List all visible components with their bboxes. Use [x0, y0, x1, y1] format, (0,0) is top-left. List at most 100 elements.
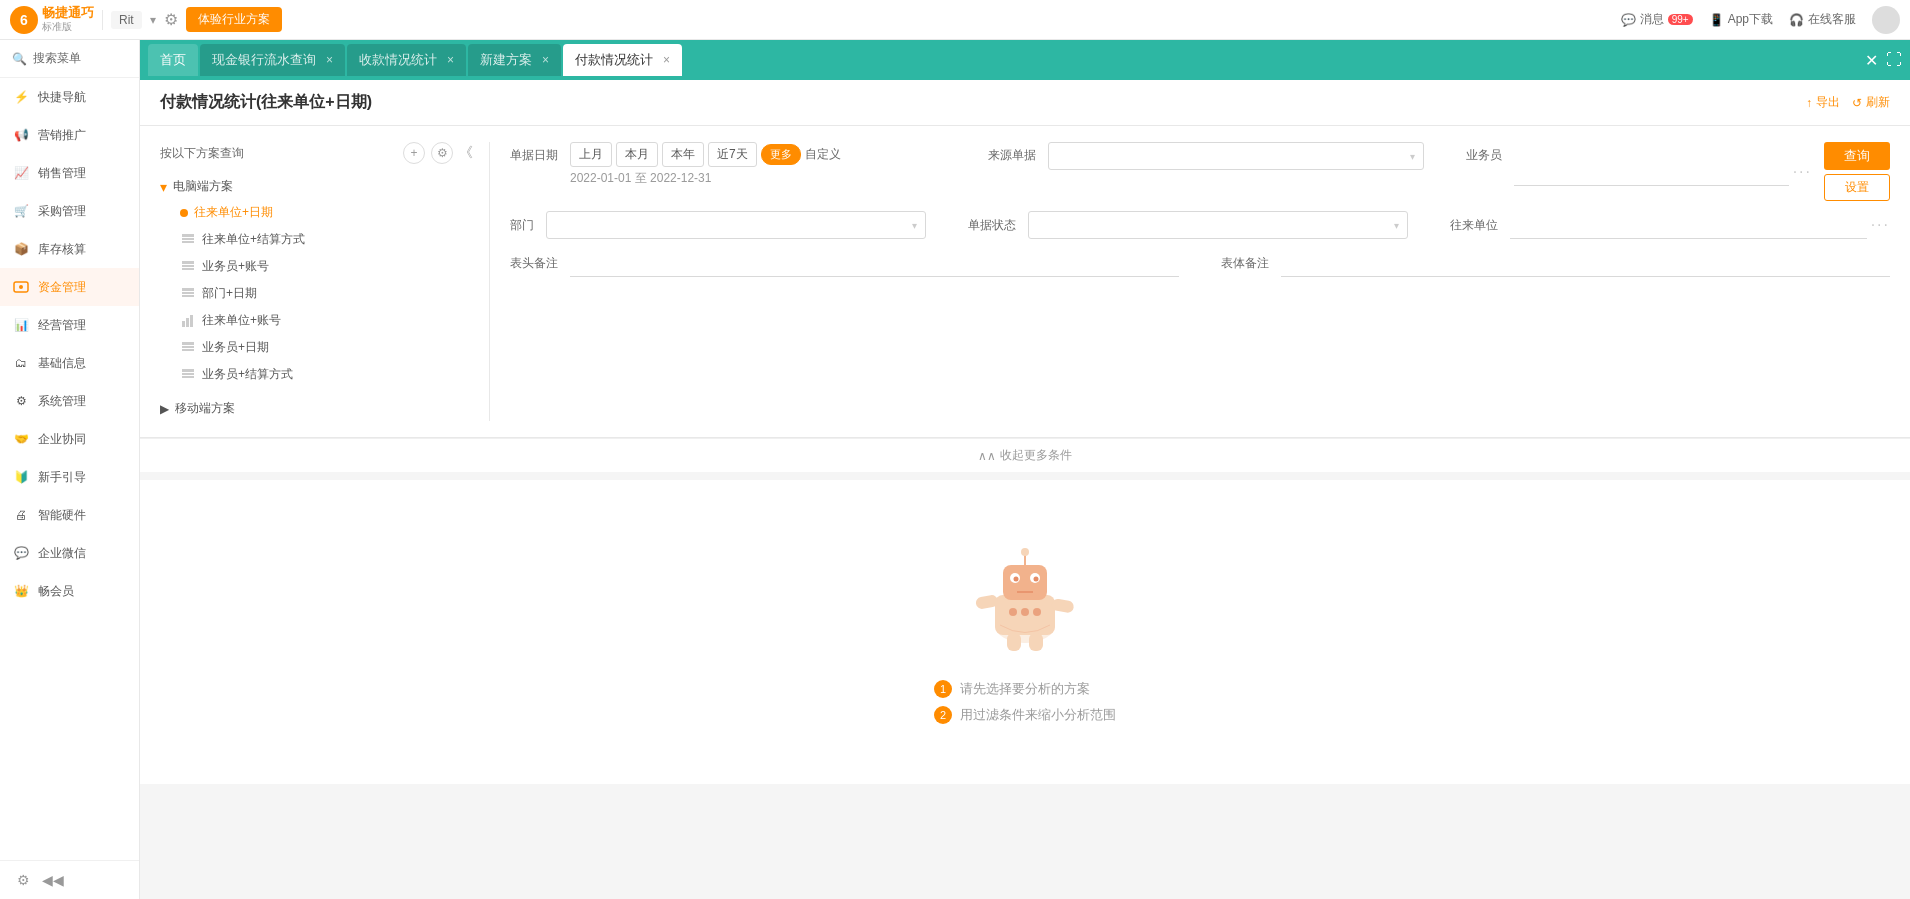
user-avatar[interactable]	[1872, 6, 1900, 34]
collapse-more-btn[interactable]: ∧∧ 收起更多条件	[978, 447, 1072, 464]
guide-label: 新手引导	[38, 469, 86, 486]
company-dropdown-btn[interactable]: ▾	[150, 13, 156, 27]
scheme-item-salesperson-account[interactable]: 业务员+账号	[160, 253, 473, 280]
scheme-group-desktop-header[interactable]: ▾ 电脑端方案	[160, 174, 473, 199]
messages-btn[interactable]: 💬 消息 99+	[1621, 11, 1693, 28]
tab-payment-close[interactable]: ×	[663, 53, 670, 67]
sidebar-item-system[interactable]: ⚙ 系统管理	[0, 382, 139, 420]
header-note-input[interactable]	[570, 249, 1179, 277]
tab-payment[interactable]: 付款情况统计 ×	[563, 44, 682, 76]
date-buttons: 上月 本月 本年 近7天 更多 自定义	[570, 142, 946, 167]
collapse-more-bar: ∧∧ 收起更多条件	[140, 438, 1910, 472]
scheme-item-salesperson-date[interactable]: 业务员+日期	[160, 334, 473, 361]
refresh-btn[interactable]: ↺ 刷新	[1852, 94, 1890, 111]
tab-bar: 首页 现金银行流水查询 × 收款情况统计 × 新建方案 × 付款情况统计 × ✕…	[140, 40, 1910, 80]
sidebar-item-guide[interactable]: 🔰 新手引导	[0, 458, 139, 496]
sidebar-item-basic[interactable]: 🗂 基础信息	[0, 344, 139, 382]
search-label: 搜索菜单	[33, 50, 81, 67]
salesperson-more-btn[interactable]: ···	[1793, 163, 1812, 181]
date-7days-btn[interactable]: 近7天	[708, 142, 757, 167]
online-service-btn[interactable]: 🎧 在线客服	[1789, 11, 1856, 28]
query-button[interactable]: 查询	[1824, 142, 1890, 170]
counterparty-label: 往来单位	[1450, 217, 1498, 234]
operations-icon: 📊	[12, 316, 30, 334]
sidebar-item-capital[interactable]: 资金管理	[0, 268, 139, 306]
scheme-item-counterparty-account[interactable]: 往来单位+账号	[160, 307, 473, 334]
scheme-add-btn[interactable]: +	[403, 142, 425, 164]
scheme-collapse-btn[interactable]: 《	[459, 144, 473, 162]
enterprise-icon: 🤝	[12, 430, 30, 448]
scheme-item-counterparty-date[interactable]: 往来单位+日期	[160, 199, 473, 226]
tab-cashflow-close[interactable]: ×	[326, 53, 333, 67]
tab-new-scheme-close[interactable]: ×	[542, 53, 549, 67]
sidebar-item-operations[interactable]: 📊 经营管理	[0, 306, 139, 344]
sidebar-item-wechat[interactable]: 💬 企业微信	[0, 534, 139, 572]
dept-select[interactable]: ▾	[546, 211, 926, 239]
doc-status-select[interactable]: ▾	[1028, 211, 1408, 239]
scheme-item-label: 往来单位+结算方式	[202, 231, 305, 248]
empty-tip-1: 1 请先选择要分析的方案	[934, 680, 1116, 698]
scheme-settings-btn[interactable]: ⚙	[431, 142, 453, 164]
settings-filter-button[interactable]: 设置	[1824, 174, 1890, 201]
chart-icon	[180, 313, 196, 329]
sidebar-search[interactable]: 🔍 搜索菜单	[0, 40, 139, 78]
scheme-item-salesperson-settlement[interactable]: 业务员+结算方式	[160, 361, 473, 388]
date-this-month-btn[interactable]: 本月	[616, 142, 658, 167]
tab-cashflow[interactable]: 现金银行流水查询 ×	[200, 44, 345, 76]
source-select[interactable]: ▾	[1048, 142, 1424, 170]
sidebar-item-inventory[interactable]: 📦 库存核算	[0, 230, 139, 268]
trial-button[interactable]: 体验行业方案	[186, 7, 282, 32]
tab-home-label: 首页	[160, 51, 186, 69]
system-icon: ⚙	[12, 392, 30, 410]
tab-close-all-btn[interactable]: ✕	[1865, 51, 1878, 70]
sidebar-item-smart[interactable]: 🖨 智能硬件	[0, 496, 139, 534]
capital-icon	[12, 278, 30, 296]
dept-control: ▾	[546, 211, 926, 239]
tab-bar-right: ✕ ⛶	[1865, 51, 1902, 70]
sidebar-item-vip[interactable]: 👑 畅会员	[0, 572, 139, 610]
scheme-group-mobile-header[interactable]: ▶ 移动端方案	[160, 396, 473, 421]
app-download-btn[interactable]: 📱 App下载	[1709, 11, 1773, 28]
sidebar-settings-btn[interactable]: ⚙	[12, 869, 34, 891]
header-note-label: 表头备注	[510, 255, 558, 272]
tab-collection-close[interactable]: ×	[447, 53, 454, 67]
sidebar-item-quick-nav[interactable]: ⚡ 快捷导航	[0, 78, 139, 116]
tab-expand-btn[interactable]: ⛶	[1886, 51, 1902, 69]
svg-rect-6	[182, 265, 194, 267]
date-control: 上月 本月 本年 近7天 更多 自定义 2022-01-01 至 2022-12…	[570, 142, 946, 187]
chevron-up-icon: ∧∧	[978, 449, 996, 463]
body-note-input[interactable]	[1281, 249, 1890, 277]
salesperson-control: ··· 查询 设置	[1514, 142, 1890, 201]
logo-text-block: 畅捷通巧 标准版	[42, 5, 94, 35]
salesperson-input[interactable]	[1514, 158, 1789, 186]
date-more-btn[interactable]: 更多	[761, 144, 801, 165]
sidebar-item-marketing[interactable]: 📢 营销推广	[0, 116, 139, 154]
svg-rect-5	[182, 261, 194, 264]
svg-point-34	[1021, 608, 1029, 616]
sidebar-item-purchase[interactable]: 🛒 采购管理	[0, 192, 139, 230]
date-last-month-btn[interactable]: 上月	[570, 142, 612, 167]
gear-icon-btn[interactable]: ⚙	[164, 10, 178, 29]
empty-tip-2: 2 用过滤条件来缩小分析范围	[934, 706, 1116, 724]
sidebar-item-enterprise[interactable]: 🤝 企业协同	[0, 420, 139, 458]
scheme-item-counterparty-settlement[interactable]: 往来单位+结算方式	[160, 226, 473, 253]
export-btn[interactable]: ↑ 导出	[1806, 94, 1840, 111]
counterparty-more-btn[interactable]: ···	[1871, 216, 1890, 234]
scheme-header: 按以下方案查询 + ⚙ 《	[160, 142, 473, 164]
tab-new-scheme[interactable]: 新建方案 ×	[468, 44, 561, 76]
tab-home[interactable]: 首页	[148, 44, 198, 76]
operations-label: 经营管理	[38, 317, 86, 334]
sidebar-collapse-btn[interactable]: ◀◀	[42, 872, 64, 888]
tab-collection[interactable]: 收款情况统计 ×	[347, 44, 466, 76]
chevron-right-icon: ▶	[160, 402, 169, 416]
date-this-year-btn[interactable]: 本年	[662, 142, 704, 167]
svg-rect-2	[182, 234, 194, 237]
sidebar-item-sales[interactable]: 📈 销售管理	[0, 154, 139, 192]
main-layout: 🔍 搜索菜单 ⚡ 快捷导航 📢 营销推广 📈 销售管理 🛒 采购管理 📦 库存核…	[0, 40, 1910, 899]
scheme-item-dept-date[interactable]: 部门+日期	[160, 280, 473, 307]
counterparty-input[interactable]	[1510, 211, 1867, 239]
svg-rect-10	[182, 295, 194, 297]
tab-cashflow-label: 现金银行流水查询	[212, 51, 316, 69]
scheme-group-mobile: ▶ 移动端方案	[160, 396, 473, 421]
svg-rect-14	[182, 342, 194, 345]
